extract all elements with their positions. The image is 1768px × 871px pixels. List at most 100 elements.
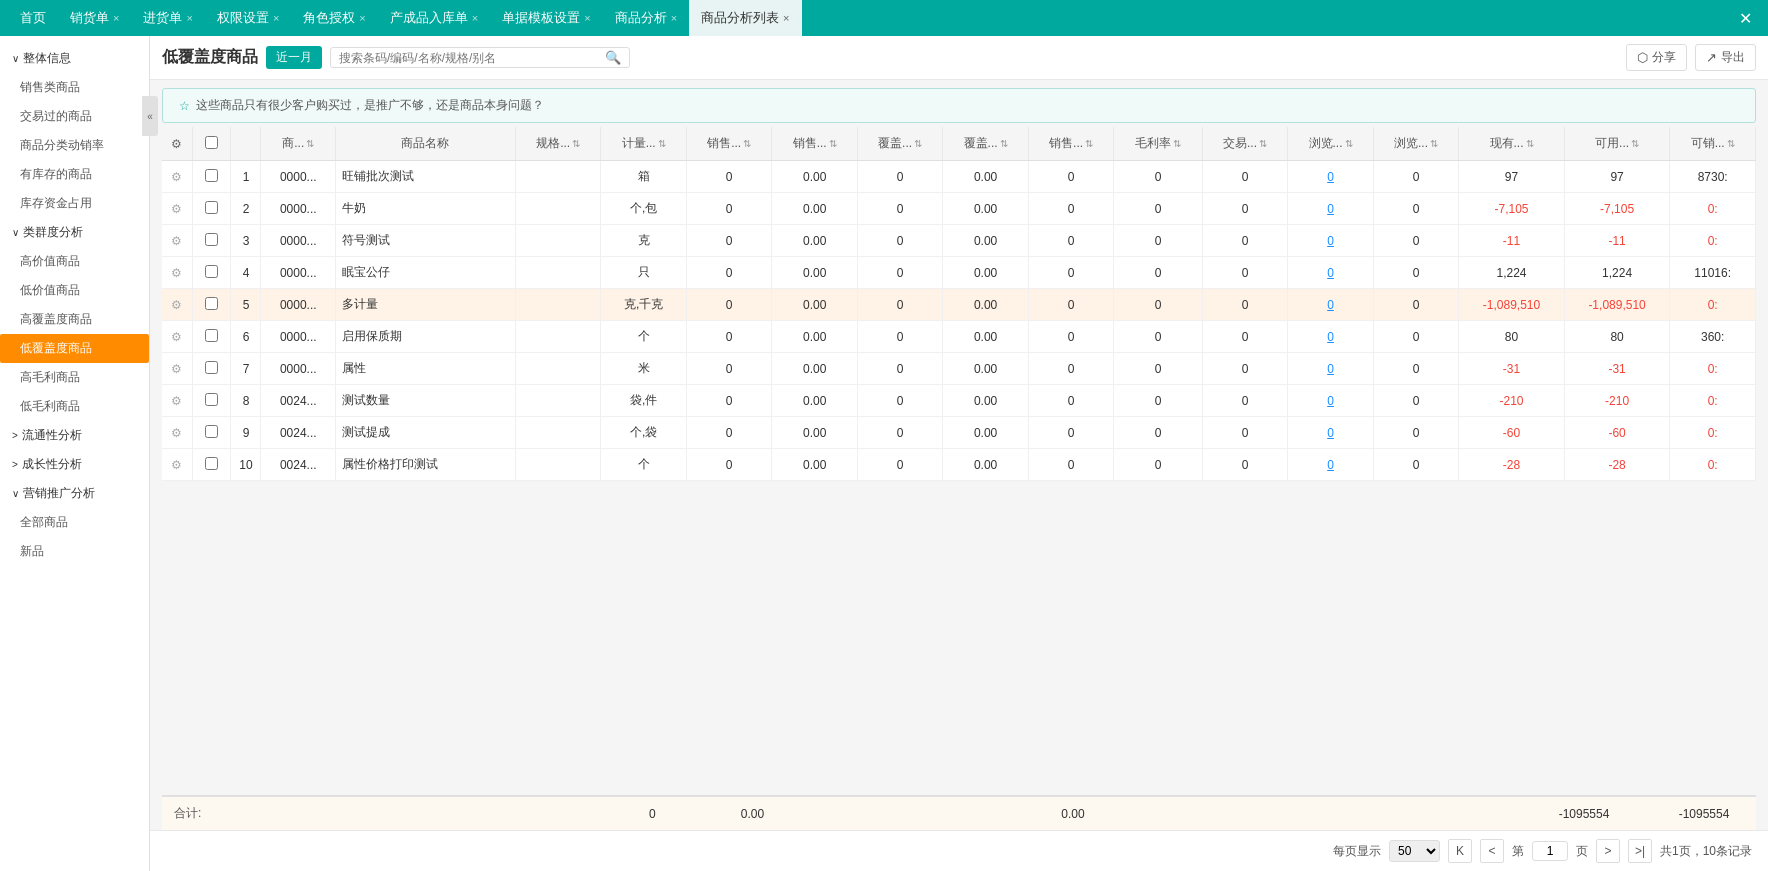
row-settings[interactable]: ⚙: [162, 193, 192, 225]
row-checkbox[interactable]: [192, 385, 231, 417]
col-gross-rate[interactable]: 毛利率⇅: [1114, 127, 1202, 161]
row-cover-cnt: 0: [857, 161, 942, 193]
sidebar-item-low-coverage[interactable]: 低覆盖度商品: [0, 334, 149, 363]
row-checkbox[interactable]: [192, 353, 231, 385]
sidebar-item-stocked-goods[interactable]: 有库存的商品: [0, 160, 149, 189]
nav-close-analysis[interactable]: ×: [671, 12, 677, 24]
nav-role-auth[interactable]: 角色授权 ×: [291, 0, 377, 36]
col-avail[interactable]: 可用...⇅: [1564, 127, 1670, 161]
select-all-checkbox[interactable]: [205, 136, 218, 149]
nav-product-analysis[interactable]: 商品分析 ×: [603, 0, 689, 36]
col-code[interactable]: 商...⇅: [261, 127, 336, 161]
row-settings[interactable]: ⚙: [162, 289, 192, 321]
row-browse1[interactable]: 0: [1288, 449, 1373, 481]
row-settings[interactable]: ⚙: [162, 449, 192, 481]
sidebar-item-low-value[interactable]: 低价值商品: [0, 276, 149, 305]
nav-close-role[interactable]: ×: [359, 12, 365, 24]
col-sales-amt[interactable]: 销售...⇅: [772, 127, 857, 161]
col-sales-qty[interactable]: 销售...⇅: [686, 127, 771, 161]
row-browse1[interactable]: 0: [1288, 385, 1373, 417]
sidebar-item-high-margin[interactable]: 高毛利商品: [0, 363, 149, 392]
nav-sales-order[interactable]: 销货单 ×: [58, 0, 131, 36]
col-cover-cnt[interactable]: 覆盖...⇅: [857, 127, 942, 161]
row-checkbox[interactable]: [192, 225, 231, 257]
row-settings[interactable]: ⚙: [162, 385, 192, 417]
col-settings[interactable]: ⚙: [162, 127, 192, 161]
nav-permission-settings[interactable]: 权限设置 ×: [205, 0, 291, 36]
sidebar-section-overall[interactable]: ∨ 整体信息: [0, 44, 149, 73]
nav-home[interactable]: 首页: [8, 0, 58, 36]
nav-close-permission[interactable]: ×: [273, 12, 279, 24]
nav-template-settings[interactable]: 单据模板设置 ×: [490, 0, 602, 36]
row-settings[interactable]: ⚙: [162, 321, 192, 353]
page-size-select[interactable]: 20 50 100: [1389, 840, 1440, 862]
prev-page-button[interactable]: <: [1480, 839, 1504, 863]
row-settings[interactable]: ⚙: [162, 257, 192, 289]
sidebar-section-cluster[interactable]: ∨ 类群度分析: [0, 218, 149, 247]
first-page-button[interactable]: K: [1448, 839, 1472, 863]
row-checkbox[interactable]: [192, 161, 231, 193]
search-input[interactable]: [339, 51, 605, 65]
sidebar-item-high-coverage[interactable]: 高覆盖度商品: [0, 305, 149, 334]
row-checkbox[interactable]: [192, 449, 231, 481]
next-page-button[interactable]: >: [1596, 839, 1620, 863]
row-browse1[interactable]: 0: [1288, 289, 1373, 321]
col-cover-rate[interactable]: 覆盖...⇅: [943, 127, 1028, 161]
row-browse1[interactable]: 0: [1288, 321, 1373, 353]
row-checkbox[interactable]: [192, 321, 231, 353]
export-button[interactable]: ↗ 导出: [1695, 44, 1756, 71]
sidebar-item-stock-capital[interactable]: 库存资金占用: [0, 189, 149, 218]
col-saleable[interactable]: 可销...⇅: [1670, 127, 1756, 161]
col-spec[interactable]: 规格...⇅: [515, 127, 600, 161]
col-checkbox-header[interactable]: [192, 127, 231, 161]
sidebar-collapse-button[interactable]: «: [142, 96, 158, 136]
nav-close-sales[interactable]: ×: [113, 12, 119, 24]
row-browse1[interactable]: 0: [1288, 353, 1373, 385]
nav-close-analysis-list[interactable]: ×: [783, 12, 789, 24]
row-browse1[interactable]: 0: [1288, 161, 1373, 193]
window-close-button[interactable]: ✕: [1730, 3, 1760, 33]
col-sales-x[interactable]: 销售...⇅: [1028, 127, 1113, 161]
col-browse2[interactable]: 浏览...⇅: [1373, 127, 1458, 161]
share-button[interactable]: ⬡ 分享: [1626, 44, 1687, 71]
sidebar-item-all-goods[interactable]: 全部商品: [0, 508, 149, 537]
row-checkbox[interactable]: [192, 257, 231, 289]
current-page-input[interactable]: [1532, 841, 1568, 861]
sidebar-section-marketing[interactable]: ∨ 营销推广分析: [0, 479, 149, 508]
col-trade-x[interactable]: 交易...⇅: [1202, 127, 1287, 161]
search-icon[interactable]: 🔍: [605, 50, 621, 65]
sidebar-section-growth[interactable]: > 成长性分析: [0, 450, 149, 479]
sidebar-item-new-goods[interactable]: 新品: [0, 537, 149, 566]
row-checkbox[interactable]: [192, 193, 231, 225]
sidebar-item-category-rate[interactable]: 商品分类动销率: [0, 131, 149, 160]
last-page-button[interactable]: >|: [1628, 839, 1652, 863]
row-sales-qty: 0: [686, 257, 771, 289]
row-browse1[interactable]: 0: [1288, 417, 1373, 449]
row-browse1[interactable]: 0: [1288, 193, 1373, 225]
row-checkbox[interactable]: [192, 289, 231, 321]
row-avail: 97: [1564, 161, 1670, 193]
nav-close-template[interactable]: ×: [584, 12, 590, 24]
row-settings[interactable]: ⚙: [162, 161, 192, 193]
sidebar-section-liquidity[interactable]: > 流通性分析: [0, 421, 149, 450]
sidebar-item-traded-goods[interactable]: 交易过的商品: [0, 102, 149, 131]
col-cur-stock[interactable]: 现有...⇅: [1459, 127, 1565, 161]
nav-close-storage[interactable]: ×: [472, 12, 478, 24]
nav-product-analysis-list[interactable]: 商品分析列表 ×: [689, 0, 801, 36]
row-settings[interactable]: ⚙: [162, 417, 192, 449]
row-browse1[interactable]: 0: [1288, 225, 1373, 257]
sidebar-item-low-margin[interactable]: 低毛利商品: [0, 392, 149, 421]
nav-close-purchase[interactable]: ×: [186, 12, 192, 24]
row-browse1[interactable]: 0: [1288, 257, 1373, 289]
row-cur-stock: -60: [1459, 417, 1565, 449]
nav-product-storage[interactable]: 产成品入库单 ×: [378, 0, 490, 36]
time-filter-button[interactable]: 近一月: [266, 46, 322, 69]
col-browse1[interactable]: 浏览...⇅: [1288, 127, 1373, 161]
row-checkbox[interactable]: [192, 417, 231, 449]
col-unit[interactable]: 计量...⇅: [601, 127, 686, 161]
sidebar-item-sales-goods[interactable]: 销售类商品: [0, 73, 149, 102]
row-settings[interactable]: ⚙: [162, 353, 192, 385]
nav-purchase-order[interactable]: 进货单 ×: [131, 0, 204, 36]
row-settings[interactable]: ⚙: [162, 225, 192, 257]
sidebar-item-high-value[interactable]: 高价值商品: [0, 247, 149, 276]
